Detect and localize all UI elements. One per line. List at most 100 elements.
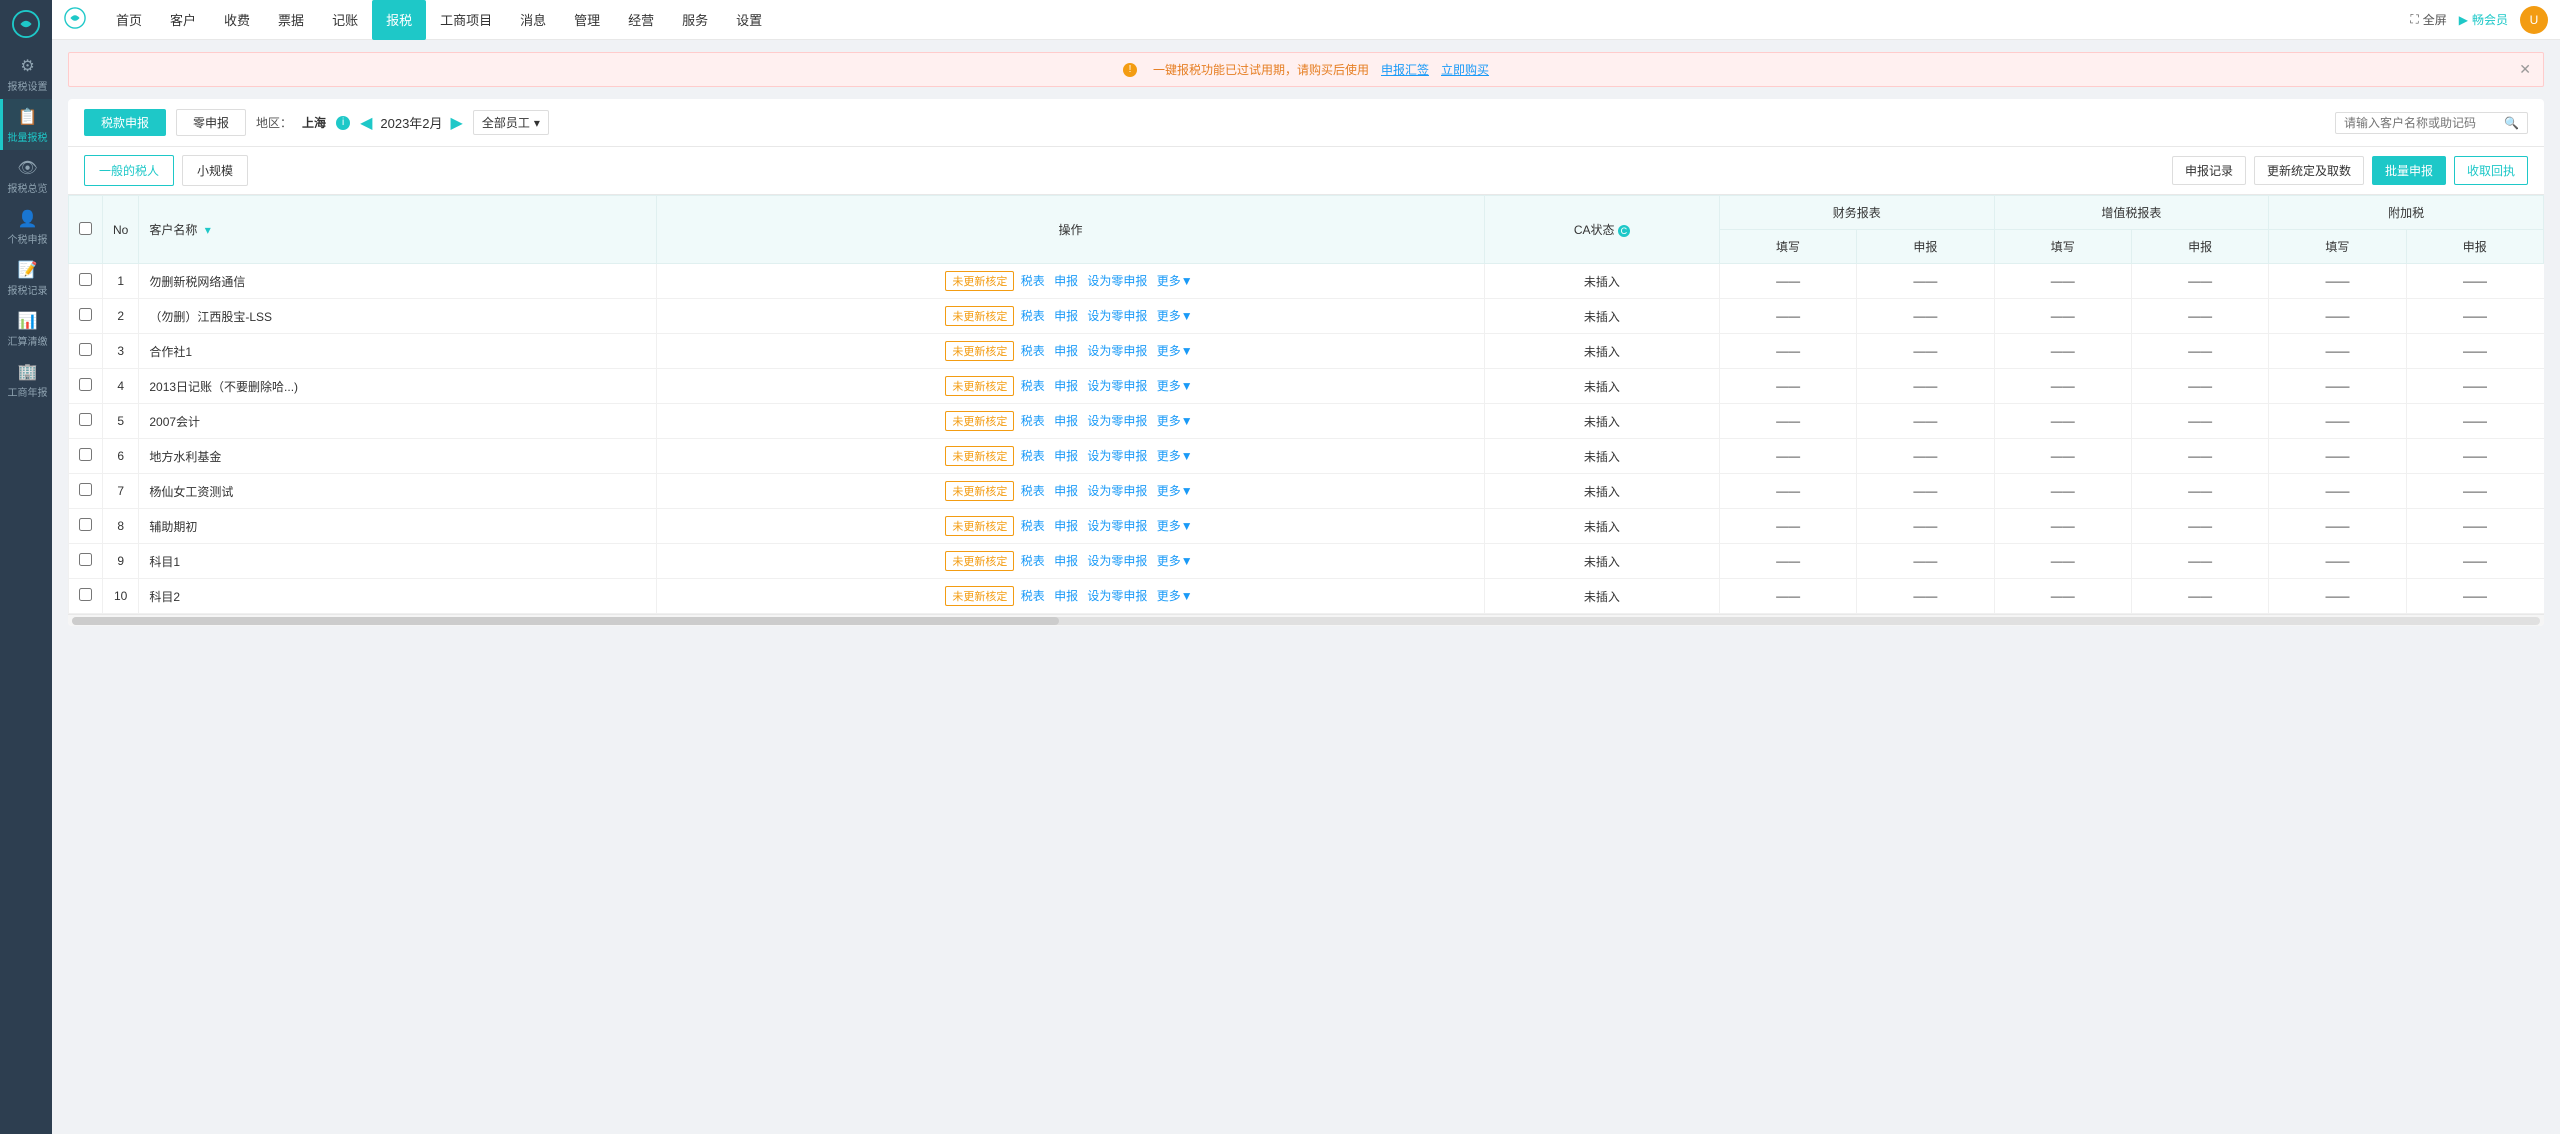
tax-form-link[interactable]: 税表: [1021, 414, 1045, 428]
tab-tax-declare[interactable]: 税款申报: [84, 109, 166, 136]
scroll-thumb[interactable]: [72, 617, 1059, 625]
more-link[interactable]: 更多▼: [1157, 309, 1193, 323]
declare-link[interactable]: 申报: [1054, 344, 1078, 358]
row-fin-declare: ——: [1857, 544, 1994, 579]
horizontal-scrollbar[interactable]: [68, 614, 2544, 626]
tax-form-link[interactable]: 税表: [1021, 379, 1045, 393]
row-checkbox[interactable]: [79, 273, 92, 286]
set-zero-link[interactable]: 设为零申报: [1087, 309, 1147, 323]
row-checkbox[interactable]: [79, 588, 92, 601]
declare-link[interactable]: 申报: [1054, 589, 1078, 603]
sidebar-item-batch-tax[interactable]: 📋 批量报税: [0, 99, 52, 150]
more-link[interactable]: 更多▼: [1157, 414, 1193, 428]
banner-close-button[interactable]: ✕: [2519, 61, 2531, 78]
more-link[interactable]: 更多▼: [1157, 379, 1193, 393]
more-link[interactable]: 更多▼: [1157, 484, 1193, 498]
trial-banner: ! 一键报税功能已过试用期，请购买后使用 申报汇签 立即购买 ✕: [68, 52, 2544, 87]
topnav-item-customers[interactable]: 客户: [156, 0, 210, 40]
topnav-item-business[interactable]: 工商项目: [426, 0, 506, 40]
row-checkbox[interactable]: [79, 413, 92, 426]
set-zero-link[interactable]: 设为零申报: [1087, 589, 1147, 603]
row-checkbox[interactable]: [79, 553, 92, 566]
declare-link[interactable]: 申报: [1054, 414, 1078, 428]
row-tax-fill: ——: [1994, 404, 2131, 439]
sidebar-item-annual-settle[interactable]: 📊 汇算清缴: [0, 303, 52, 354]
search-input[interactable]: [2344, 116, 2504, 130]
next-month-button[interactable]: ▶: [451, 113, 463, 133]
declare-link[interactable]: 申报: [1054, 379, 1078, 393]
declare-link[interactable]: 申报: [1054, 309, 1078, 323]
topnav-item-accounting[interactable]: 记账: [318, 0, 372, 40]
fullscreen-button[interactable]: ⛶ 全屏: [2410, 11, 2446, 28]
retrieve-receipt-button[interactable]: 收取回执: [2454, 156, 2528, 185]
more-link[interactable]: 更多▼: [1157, 344, 1193, 358]
row-no: 4: [103, 369, 139, 404]
prev-month-button[interactable]: ◀: [360, 113, 372, 133]
tax-form-link[interactable]: 税表: [1021, 344, 1045, 358]
update-data-button[interactable]: 更新统定及取数: [2254, 156, 2364, 185]
topnav-item-settings[interactable]: 设置: [722, 0, 776, 40]
topnav-item-tax[interactable]: 报税: [372, 0, 426, 40]
row-checkbox[interactable]: [79, 483, 92, 496]
more-link[interactable]: 更多▼: [1157, 519, 1193, 533]
declare-link[interactable]: 申报: [1054, 484, 1078, 498]
sidebar-item-business-report[interactable]: 🏢 工商年报: [0, 354, 52, 405]
row-add-fill: ——: [2269, 369, 2406, 404]
sidebar-item-tax-settings[interactable]: ⚙ 报税设置: [0, 48, 52, 99]
set-zero-link[interactable]: 设为零申报: [1087, 519, 1147, 533]
topnav-item-billing[interactable]: 收费: [210, 0, 264, 40]
set-zero-link[interactable]: 设为零申报: [1087, 554, 1147, 568]
set-zero-link[interactable]: 设为零申报: [1087, 274, 1147, 288]
th-tax-fill: 填写: [1994, 230, 2131, 264]
row-checkbox[interactable]: [79, 343, 92, 356]
more-link[interactable]: 更多▼: [1157, 449, 1193, 463]
tax-form-link[interactable]: 税表: [1021, 484, 1045, 498]
tax-form-link[interactable]: 税表: [1021, 449, 1045, 463]
more-link[interactable]: 更多▼: [1157, 554, 1193, 568]
banner-link-buy[interactable]: 立即购买: [1441, 61, 1489, 78]
sidebar-item-personal-tax[interactable]: 👤 个税申报: [0, 201, 52, 252]
set-zero-link[interactable]: 设为零申报: [1087, 414, 1147, 428]
banner-link-report[interactable]: 申报汇签: [1381, 61, 1429, 78]
set-zero-link[interactable]: 设为零申报: [1087, 484, 1147, 498]
more-link[interactable]: 更多▼: [1157, 274, 1193, 288]
declare-link[interactable]: 申报: [1054, 554, 1078, 568]
row-checkbox[interactable]: [79, 448, 92, 461]
sidebar-item-tax-overview[interactable]: 👁 报税总览: [0, 150, 52, 201]
row-checkbox[interactable]: [79, 378, 92, 391]
upgrade-button[interactable]: ▶ 畅会员: [2459, 11, 2508, 28]
row-checkbox[interactable]: [79, 308, 92, 321]
topnav-item-manage[interactable]: 管理: [560, 0, 614, 40]
tax-form-link[interactable]: 税表: [1021, 309, 1045, 323]
declare-link[interactable]: 申报: [1054, 449, 1078, 463]
taxpayer-small-tab[interactable]: 小规模: [182, 155, 248, 186]
more-link[interactable]: 更多▼: [1157, 589, 1193, 603]
sidebar-item-tax-records[interactable]: 📝 报税记录: [0, 252, 52, 303]
row-operation: 未更新核定 税表 申报 设为零申报 更多▼: [657, 299, 1485, 334]
user-avatar[interactable]: U: [2520, 6, 2548, 34]
batch-declare-button[interactable]: 批量申报: [2372, 156, 2446, 185]
set-zero-link[interactable]: 设为零申报: [1087, 379, 1147, 393]
topnav-item-messages[interactable]: 消息: [506, 0, 560, 40]
tax-form-link[interactable]: 税表: [1021, 589, 1045, 603]
set-zero-link[interactable]: 设为零申报: [1087, 449, 1147, 463]
topnav-item-operations[interactable]: 经营: [614, 0, 668, 40]
topnav-item-invoice[interactable]: 票据: [264, 0, 318, 40]
declare-link[interactable]: 申报: [1054, 519, 1078, 533]
search-icon[interactable]: 🔍: [2504, 116, 2519, 130]
declare-record-button[interactable]: 申报记录: [2172, 156, 2246, 185]
select-all-checkbox[interactable]: [79, 222, 92, 235]
declare-link[interactable]: 申报: [1054, 274, 1078, 288]
tax-form-link[interactable]: 税表: [1021, 519, 1045, 533]
dept-selector[interactable]: 全部员工 ▾: [473, 110, 549, 135]
set-zero-link[interactable]: 设为零申报: [1087, 344, 1147, 358]
taxpayer-general-tab[interactable]: 一般的税人: [84, 155, 174, 186]
row-fin-declare: ——: [1857, 579, 1994, 614]
topnav-item-services[interactable]: 服务: [668, 0, 722, 40]
row-checkbox[interactable]: [79, 518, 92, 531]
tax-form-link[interactable]: 税表: [1021, 554, 1045, 568]
tab-zero-declare[interactable]: 零申报: [176, 109, 246, 136]
sort-icon[interactable]: ▾: [205, 223, 211, 237]
topnav-item-home[interactable]: 首页: [102, 0, 156, 40]
tax-form-link[interactable]: 税表: [1021, 274, 1045, 288]
